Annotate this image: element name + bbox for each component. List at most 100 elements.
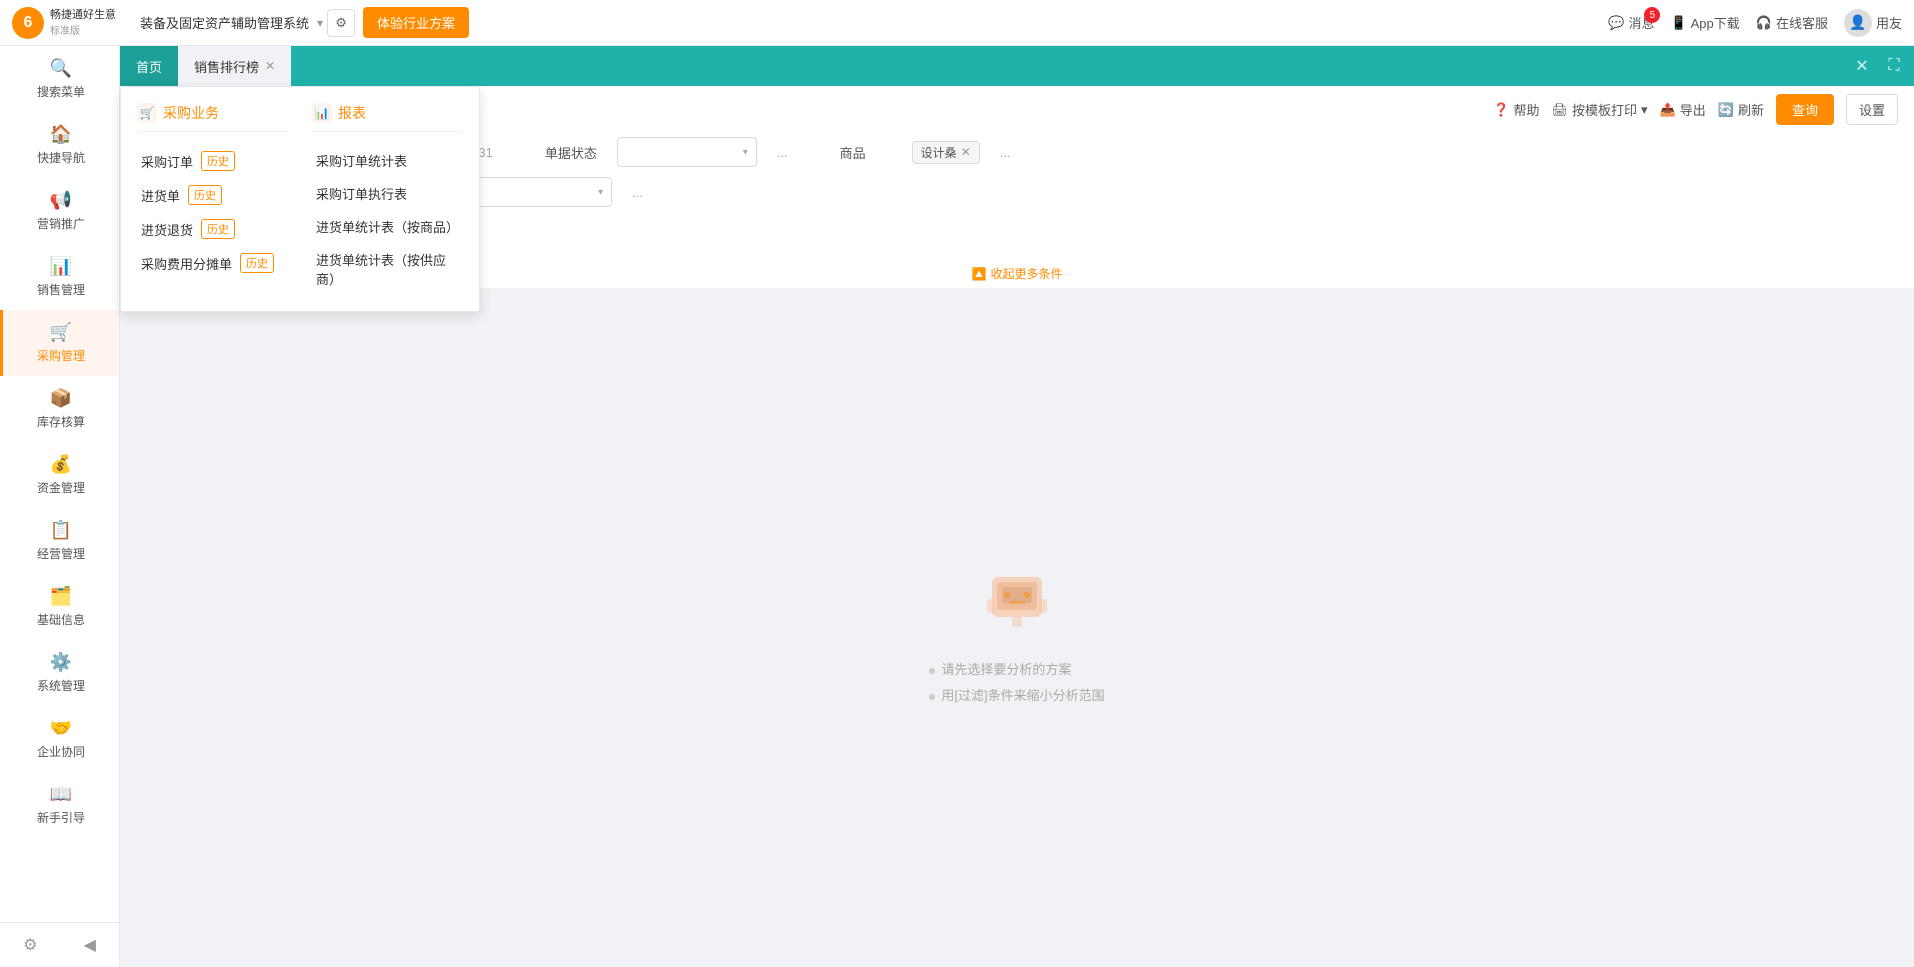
purchase-order-stat-label: 采购订单统计表: [316, 151, 407, 170]
sidebar-item-basic[interactable]: 🗂️ 基础信息: [0, 574, 119, 640]
print-button[interactable]: 🖨 按模板打印 ▾: [1552, 100, 1648, 119]
sidebar-label-inventory: 库存核算: [37, 413, 85, 430]
sidebar-item-purchase[interactable]: 🛒 采购管理: [0, 310, 119, 376]
sidebar-item-enterprise[interactable]: 🤝 企业协同: [0, 706, 119, 772]
tab-expand-button[interactable]: ⛶: [1882, 54, 1906, 78]
purchase-business-title: 🛒 采购业务: [137, 103, 288, 132]
export-label: 导出: [1680, 100, 1706, 119]
tab-home[interactable]: 首页: [120, 46, 178, 86]
purchase-order-history[interactable]: 历史: [201, 151, 235, 171]
export-icon: 📤: [1660, 102, 1676, 118]
purchase-order-stat-item[interactable]: 采购订单统计表: [312, 144, 463, 177]
purchase-expense-history[interactable]: 历史: [240, 253, 274, 273]
tab-close-window-button[interactable]: ✕: [1850, 54, 1874, 78]
system-icon: ⚙️: [50, 652, 72, 673]
print-arrow-icon[interactable]: ▾: [1641, 102, 1648, 118]
system-title-area: 装备及固定资产辅助管理系统 ▾: [140, 13, 323, 32]
goods-tag-close-icon[interactable]: ✕: [961, 145, 971, 159]
brand-info: 畅捷通好生意 标准版: [50, 8, 116, 37]
sidebar-item-marketing[interactable]: 📢 营销推广: [0, 178, 119, 244]
settings-gear-button[interactable]: ⚙: [327, 9, 355, 37]
purchase-return-history[interactable]: 历史: [201, 219, 235, 239]
print-icon: 🖨: [1552, 102, 1569, 118]
search-icon: 🔍: [50, 58, 72, 79]
refresh-label: 刷新: [1738, 100, 1764, 119]
purchase-return-item[interactable]: 进货退货 历史: [137, 212, 288, 246]
purchase-order-exec-item[interactable]: 采购订单执行表: [312, 177, 463, 210]
sidebar-label-operation: 经营管理: [37, 545, 85, 562]
online-service-button[interactable]: 🎧 在线客服: [1756, 13, 1828, 32]
tab-home-label: 首页: [136, 57, 162, 76]
user-label: 用友: [1876, 13, 1902, 32]
tab-sales-rank[interactable]: 销售排行榜 ✕: [178, 46, 291, 86]
phone-icon: 📱: [1670, 15, 1686, 31]
export-button[interactable]: 📤 导出: [1660, 100, 1706, 119]
report-col-title: 📊 报表: [312, 103, 463, 132]
message-button[interactable]: 💬 消息 5: [1608, 13, 1654, 32]
empty-line-2: 用[过滤]条件来缩小分析范围: [929, 683, 1104, 709]
top-header: 6 畅捷通好生意 标准版 装备及固定资产辅助管理系统 ▾ ⚙ 体验行业方案 💬 …: [0, 0, 1914, 46]
sidebar-settings-button[interactable]: ⚙: [23, 935, 37, 955]
user-avatar: 👤: [1844, 9, 1872, 37]
goods-tag-value: 设计桑: [921, 144, 957, 161]
enterprise-icon: 🤝: [50, 718, 72, 739]
tab-bar: 首页 销售排行榜 ✕ ✕ ⛶: [120, 46, 1914, 86]
incoming-stat-supplier-item[interactable]: 进货单统计表（按供应商）: [312, 243, 463, 295]
purchase-incoming-label: 进货单: [141, 186, 180, 205]
purchase-expense-label: 采购费用分摊单: [141, 254, 232, 273]
tab-bar-right: ✕ ⛶: [1850, 54, 1914, 78]
salesperson-select[interactable]: ▾: [472, 177, 612, 207]
purchase-business-col: 🛒 采购业务 采购订单 历史 进货单 历史 进货退货 历史: [137, 103, 288, 295]
capital-icon: 💰: [50, 454, 72, 475]
purchase-order-label: 采购订单: [141, 152, 193, 171]
purchase-expense-item[interactable]: 采购费用分摊单 历史: [137, 246, 288, 280]
settings-button[interactable]: 设置: [1846, 94, 1898, 125]
refresh-button[interactable]: 🔄 刷新: [1718, 100, 1764, 119]
sidebar-label-search: 搜索菜单: [37, 83, 85, 100]
collapse-label: 收起更多条件: [990, 265, 1062, 282]
sidebar-item-quicknav[interactable]: 🏠 快捷导航: [0, 112, 119, 178]
logo-icon: 6: [12, 7, 44, 39]
sidebar-item-operation[interactable]: 📋 经营管理: [0, 508, 119, 574]
purchase-business-icon: 🛒: [137, 103, 157, 123]
incoming-stat-goods-item[interactable]: 进货单统计表（按商品）: [312, 210, 463, 243]
sidebar-label-system: 系统管理: [37, 677, 85, 694]
help-button[interactable]: ❓ 帮助: [1493, 100, 1539, 119]
tab-close-icon[interactable]: ✕: [265, 59, 275, 73]
goods-dots[interactable]: ...: [1000, 145, 1011, 160]
report-col: 📊 报表 采购订单统计表 采购订单执行表 进货单统计表（按商品） 进货单统计表（…: [312, 103, 463, 295]
purchase-incoming-history[interactable]: 历史: [188, 185, 222, 205]
empty-line-1: 请先选择要分析的方案: [929, 657, 1104, 683]
online-service-label: 在线客服: [1776, 13, 1828, 32]
sidebar-item-search[interactable]: 🔍 搜索菜单: [0, 46, 119, 112]
sidebar-item-system[interactable]: ⚙️ 系统管理: [0, 640, 119, 706]
empty-state: 请先选择要分析的方案 用[过滤]条件来缩小分析范围: [120, 289, 1914, 967]
sidebar-collapse-button[interactable]: ◀: [84, 935, 96, 955]
system-title-arrow-icon[interactable]: ▾: [317, 16, 323, 30]
salesperson-dots[interactable]: ...: [632, 185, 643, 200]
sidebar-label-quicknav: 快捷导航: [37, 149, 85, 166]
content-area: 首页 销售排行榜 ✕ ✕ ⛶ 🛒 采购业务: [120, 46, 1914, 967]
purchase-incoming-item[interactable]: 进货单 历史: [137, 178, 288, 212]
sidebar-label-capital: 资金管理: [37, 479, 85, 496]
brand-badge: 标准版: [50, 22, 116, 37]
sidebar-label-purchase: 采购管理: [37, 347, 85, 364]
sidebar-item-sales[interactable]: 📊 销售管理: [0, 244, 119, 310]
app-download-button[interactable]: 📱 App下载: [1670, 13, 1739, 32]
sidebar-label-basic: 基础信息: [37, 611, 85, 628]
help-label: 帮助: [1513, 100, 1539, 119]
sidebar-item-capital[interactable]: 💰 资金管理: [0, 442, 119, 508]
incoming-stat-goods-label: 进货单统计表（按商品）: [316, 217, 459, 236]
industry-plan-button[interactable]: 体验行业方案: [363, 7, 469, 38]
sidebar-item-newbie[interactable]: 📖 新手引导: [0, 772, 119, 838]
bill-status-dots[interactable]: ...: [777, 145, 788, 160]
system-title: 装备及固定资产辅助管理系统: [140, 13, 309, 32]
app-download-label: App下载: [1691, 13, 1740, 32]
sidebar-item-inventory[interactable]: 📦 库存核算: [0, 376, 119, 442]
user-area[interactable]: 👤 用友: [1844, 9, 1902, 37]
newbie-icon: 📖: [50, 784, 72, 805]
purchase-order-item[interactable]: 采购订单 历史: [137, 144, 288, 178]
header-right: 💬 消息 5 📱 App下载 🎧 在线客服 👤 用友: [1608, 9, 1902, 37]
bill-status-select[interactable]: ▾: [617, 137, 757, 167]
query-button[interactable]: 查询: [1776, 94, 1834, 125]
